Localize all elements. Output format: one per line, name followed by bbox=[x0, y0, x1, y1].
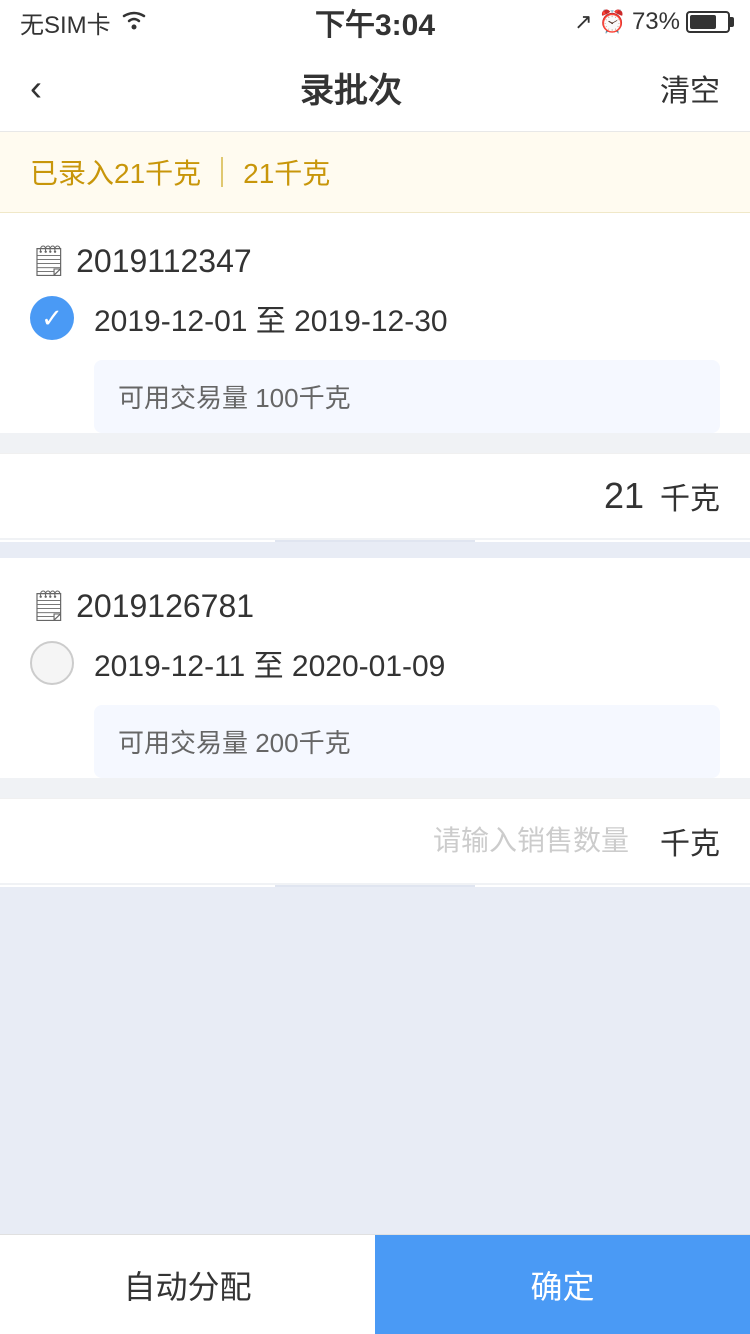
batch-1-quantity-row: 21 千克 bbox=[0, 453, 750, 538]
batch-1-radio[interactable]: ✓ bbox=[30, 296, 74, 340]
back-button[interactable]: ‹ bbox=[30, 67, 42, 109]
clear-button[interactable]: 清空 bbox=[660, 66, 720, 110]
battery-icon bbox=[686, 11, 730, 33]
batch-doc-icon-1: 🗒 bbox=[30, 244, 68, 279]
battery-percent: 73% bbox=[632, 8, 680, 36]
batch-2-input-row: 千克 bbox=[0, 798, 750, 883]
batch-2-unit: 千克 bbox=[660, 819, 720, 863]
status-right: ↗ ⏰ 73% bbox=[574, 8, 730, 36]
info-banner: 已录入21千克 21千克 bbox=[0, 132, 750, 213]
batch-1-unit: 千克 bbox=[660, 474, 720, 518]
batch-1-number: 2019112347 bbox=[76, 243, 252, 280]
batch-2-header: 🗒 2019126781 bbox=[30, 588, 720, 625]
info-divider bbox=[221, 157, 223, 187]
wifi-icon bbox=[119, 8, 149, 37]
amount-value: 21千克 bbox=[243, 152, 330, 192]
recorded-amount: 已录入21千克 bbox=[30, 152, 201, 192]
batch-1-date: 2019-12-01 至 2019-12-30 bbox=[94, 296, 448, 340]
batch-item-1: 🗒 2019112347 ✓ 2019-12-01 至 2019-12-30 可… bbox=[0, 213, 750, 433]
status-time: 下午3:04 bbox=[315, 0, 435, 44]
status-bar: 无SIM卡 下午3:04 ↗ ⏰ 73% bbox=[0, 0, 750, 44]
section-gap bbox=[0, 542, 750, 558]
bottom-bar: 自动分配 确定 bbox=[0, 1234, 750, 1334]
confirm-button[interactable]: 确定 bbox=[375, 1235, 750, 1334]
nav-bar: ‹ 录批次 清空 bbox=[0, 44, 750, 132]
batch-item-2: 🗒 2019126781 2019-12-11 至 2020-01-09 可用交… bbox=[0, 558, 750, 778]
status-left: 无SIM卡 bbox=[20, 5, 149, 40]
batch-1-row[interactable]: ✓ 2019-12-01 至 2019-12-30 bbox=[30, 296, 720, 340]
batch-doc-icon-2: 🗒 bbox=[30, 589, 68, 624]
batch-2-date: 2019-12-11 至 2020-01-09 bbox=[94, 641, 445, 685]
batch-1-quantity-value: 21 bbox=[604, 475, 644, 517]
batch-2-number: 2019126781 bbox=[76, 588, 254, 625]
batch-2-row[interactable]: 2019-12-11 至 2020-01-09 bbox=[30, 641, 720, 685]
checkmark-icon-1: ✓ bbox=[41, 303, 63, 334]
network-label: 无SIM卡 bbox=[20, 5, 111, 40]
alarm-icon: ⏰ bbox=[599, 9, 626, 35]
page-title: 录批次 bbox=[300, 63, 402, 112]
batch-1-header: 🗒 2019112347 bbox=[30, 243, 720, 280]
batch-2-availability: 可用交易量 200千克 bbox=[94, 705, 720, 778]
batch-2-quantity-input[interactable] bbox=[344, 824, 644, 858]
location-icon: ↗ bbox=[574, 9, 592, 35]
auto-distribute-button[interactable]: 自动分配 bbox=[0, 1235, 375, 1334]
batch-1-availability: 可用交易量 100千克 bbox=[94, 360, 720, 433]
batch-2-radio[interactable] bbox=[30, 641, 74, 685]
